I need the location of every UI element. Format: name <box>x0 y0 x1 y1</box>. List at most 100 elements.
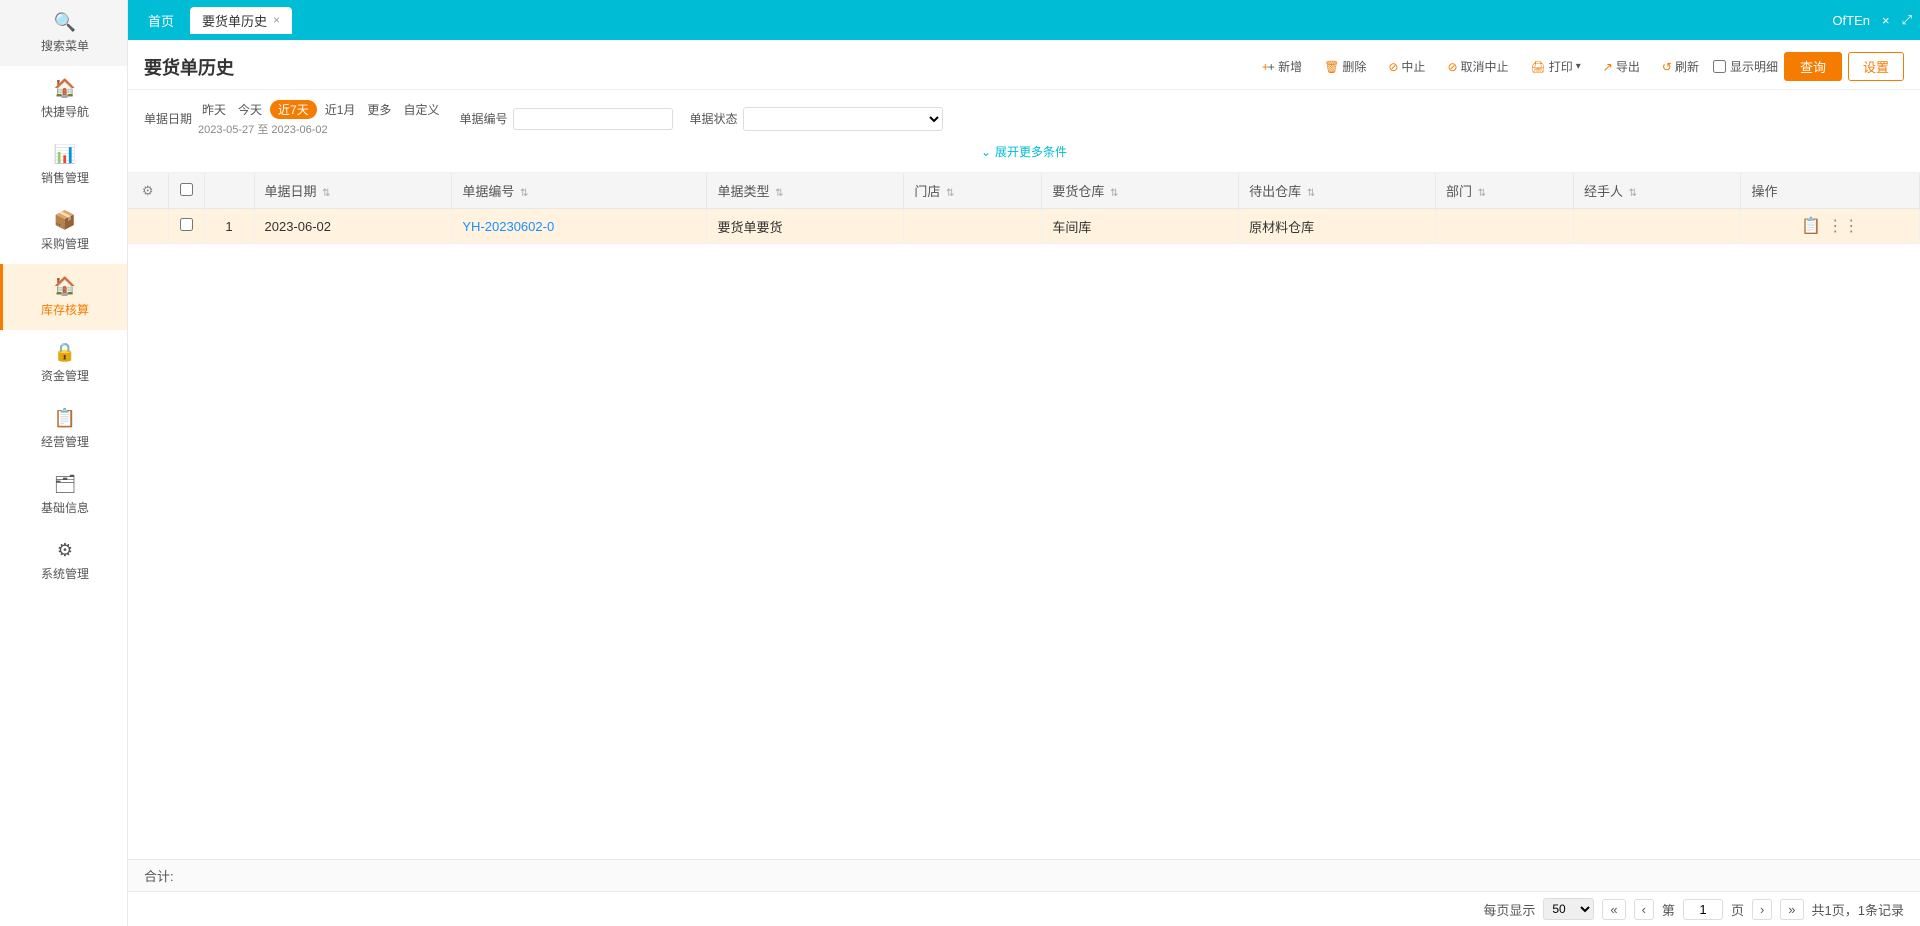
cancel-stop-button[interactable]: ⊘ 取消中止 <box>1439 54 1516 79</box>
row-num-cell: 1 <box>204 209 254 244</box>
topbar: 首页 要货单历史 × OfTEn × ⤢ <box>128 0 1920 40</box>
inventory-icon: 🏠 <box>54 276 76 297</box>
status-label: 单据状态 <box>689 110 737 127</box>
row-more-icon[interactable]: ⋮⋮ <box>1827 216 1859 236</box>
topbar-expand-icon[interactable]: ⤢ <box>1902 12 1912 28</box>
row-store-cell <box>904 209 1042 244</box>
page-next-btn[interactable]: › <box>1752 899 1772 920</box>
th-date: 单据日期 ⇅ <box>254 173 452 209</box>
expand-more-btn[interactable]: ⌄ 展开更多条件 <box>144 137 1904 162</box>
row-settings-cell <box>128 209 168 244</box>
sidebar-item-system[interactable]: ⚙ 系统管理 <box>0 528 127 594</box>
sort-date-icon[interactable]: ⇅ <box>322 188 330 199</box>
row-checkbox[interactable] <box>180 218 193 231</box>
date-shortcuts: 昨天 今天 近7天 近1月 更多 自定义 <box>198 100 443 119</box>
query-button[interactable]: 查询 <box>1784 52 1842 81</box>
row-date-cell: 2023-06-02 <box>254 209 452 244</box>
row-edit-icon[interactable]: 📋 <box>1801 216 1821 236</box>
print-button[interactable]: 🖨 打印 ▾ <box>1523 54 1589 79</box>
sort-department-icon[interactable]: ⇅ <box>1478 188 1486 199</box>
filter-area: 单据日期 昨天 今天 近7天 近1月 更多 自定义 2023-05-27 至 2… <box>128 90 1920 173</box>
page-total-info: 共1页，1条记录 <box>1812 900 1904 919</box>
date-today[interactable]: 今天 <box>234 100 266 119</box>
print-icon: 🖨 <box>1531 60 1546 74</box>
new-button[interactable]: + + 新增 <box>1254 54 1310 79</box>
sidebar-item-label: 库存核算 <box>41 301 89 318</box>
tab-home[interactable]: 首页 <box>136 7 186 34</box>
select-all-checkbox[interactable] <box>180 183 193 196</box>
date-more[interactable]: 更多 <box>363 100 395 119</box>
tab-home-label: 首页 <box>148 11 174 30</box>
sidebar-item-sales[interactable]: 📊 销售管理 <box>0 132 127 198</box>
stop-icon: ⊘ <box>1388 60 1398 74</box>
date-range-text: 2023-05-27 至 2023-06-02 <box>198 121 443 137</box>
per-page-select[interactable]: 10 20 50 100 <box>1543 898 1594 920</box>
sidebar-item-operation[interactable]: 📋 经营管理 <box>0 396 127 462</box>
sidebar-item-label: 销售管理 <box>41 169 89 186</box>
th-store-label: 门店 <box>914 184 940 199</box>
date-last1month[interactable]: 近1月 <box>321 100 360 119</box>
per-page-label: 每页显示 <box>1483 900 1535 919</box>
row-department-cell <box>1436 209 1574 244</box>
docno-input[interactable] <box>513 108 673 130</box>
total-label: 合计: <box>144 869 174 884</box>
sort-store-icon[interactable]: ⇅ <box>946 188 954 199</box>
refresh-button[interactable]: ↺ 刷新 <box>1654 54 1707 79</box>
display-detail-label: 显示明细 <box>1730 58 1778 75</box>
sidebar-item-label: 基础信息 <box>41 499 89 516</box>
date-yesterday[interactable]: 昨天 <box>198 100 230 119</box>
sort-docno-icon[interactable]: ⇅ <box>520 188 528 199</box>
quick-nav-icon: 🏠 <box>54 78 76 99</box>
th-department-label: 部门 <box>1446 184 1472 199</box>
page-input[interactable] <box>1683 899 1723 920</box>
date-last7days[interactable]: 近7天 <box>270 100 317 119</box>
sort-handler-icon[interactable]: ⇅ <box>1629 188 1637 199</box>
page-header: 要货单历史 + + 新增 🗑 删除 ⊘ 中止 ⊘ 取消中止 <box>128 40 1920 90</box>
sidebar-item-search-menu[interactable]: 🔍 搜索菜单 <box>0 0 127 66</box>
table-row[interactable]: 1 2023-06-02 YH-20230602-0 要货单要货 车间库 原材料… <box>128 209 1920 244</box>
sort-doctype-icon[interactable]: ⇅ <box>775 188 783 199</box>
setting-button[interactable]: 设置 <box>1848 52 1904 81</box>
search-menu-icon: 🔍 <box>54 12 76 33</box>
row-docno-link[interactable]: YH-20230602-0 <box>462 219 554 234</box>
topbar-close-icon[interactable]: × <box>1882 13 1890 28</box>
sidebar-item-label: 采购管理 <box>41 235 89 252</box>
refresh-icon: ↺ <box>1662 60 1672 74</box>
th-pending-warehouse: 待出仓库 ⇅ <box>1239 173 1436 209</box>
topbar-right: OfTEn × ⤢ <box>1832 12 1912 28</box>
tab-active-label: 要货单历史 <box>202 11 267 30</box>
stop-button[interactable]: ⊘ 中止 <box>1380 54 1433 79</box>
date-filter-group: 单据日期 昨天 今天 近7天 近1月 更多 自定义 2023-05-27 至 2… <box>144 100 443 137</box>
sidebar-item-label: 快捷导航 <box>41 103 89 120</box>
status-select[interactable] <box>743 107 943 131</box>
th-settings[interactable]: ⚙ <box>128 173 168 209</box>
th-docno-label: 单据编号 <box>462 184 514 199</box>
export-button[interactable]: ↗ 导出 <box>1595 54 1648 79</box>
display-detail-checkbox[interactable] <box>1713 60 1726 73</box>
th-doctype-label: 单据类型 <box>717 184 769 199</box>
finance-icon: 🔒 <box>54 342 76 363</box>
th-date-label: 单据日期 <box>265 184 317 199</box>
tab-close-icon[interactable]: × <box>273 13 280 27</box>
date-custom[interactable]: 自定义 <box>399 100 443 119</box>
often-label[interactable]: OfTEn <box>1832 13 1870 28</box>
display-detail-checkbox-label[interactable]: 显示明细 <box>1713 58 1778 75</box>
sidebar-item-inventory[interactable]: 🏠 库存核算 <box>0 264 127 330</box>
row-action-group: 📋 ⋮⋮ <box>1751 216 1909 236</box>
page-unit: 页 <box>1731 900 1744 919</box>
sidebar-item-basic-info[interactable]: 🗂 基础信息 <box>0 462 127 528</box>
sidebar-item-quick-nav[interactable]: 🏠 快捷导航 <box>0 66 127 132</box>
sidebar-item-finance[interactable]: 🔒 资金管理 <box>0 330 127 396</box>
basic-info-icon: 🗂 <box>54 474 77 495</box>
table-footer: 合计: <box>128 859 1920 891</box>
page-first-btn[interactable]: « <box>1602 899 1625 920</box>
filter-row: 单据日期 昨天 今天 近7天 近1月 更多 自定义 2023-05-27 至 2… <box>144 100 1904 137</box>
tab-active[interactable]: 要货单历史 × <box>190 7 292 34</box>
page-last-btn[interactable]: » <box>1780 899 1803 920</box>
sort-pending-warehouse-icon[interactable]: ⇅ <box>1307 188 1315 199</box>
sidebar-item-purchase[interactable]: 📦 采购管理 <box>0 198 127 264</box>
sort-req-warehouse-icon[interactable]: ⇅ <box>1110 188 1118 199</box>
page-prev-btn[interactable]: ‹ <box>1634 899 1654 920</box>
delete-button[interactable]: 🗑 删除 <box>1316 54 1374 79</box>
sales-icon: 📊 <box>54 144 76 165</box>
